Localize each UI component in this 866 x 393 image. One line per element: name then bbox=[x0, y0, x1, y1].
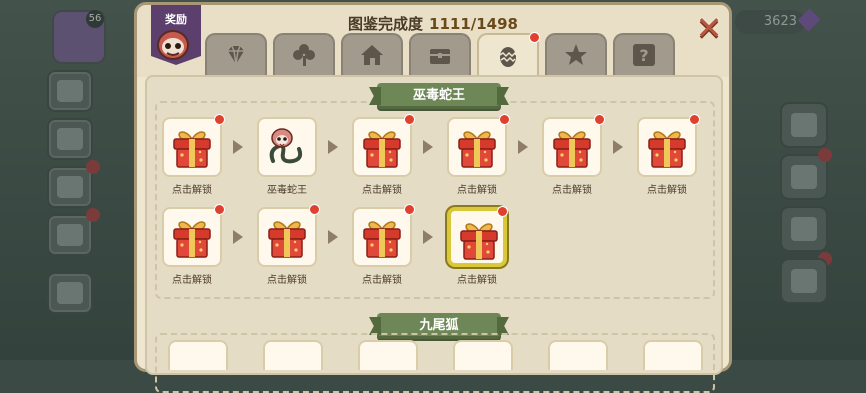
item-label: 点击解锁 bbox=[552, 185, 592, 196]
item-label: 点击解锁 bbox=[362, 185, 402, 196]
side-badge bbox=[818, 148, 832, 162]
clover-icon bbox=[293, 44, 315, 66]
close-button[interactable]: ✕ bbox=[693, 12, 725, 45]
svg-text:?: ? bbox=[639, 46, 648, 65]
currency-display: 3623 bbox=[735, 10, 805, 34]
side-button-helmet[interactable] bbox=[47, 118, 93, 160]
progression-arrow-icon bbox=[328, 140, 338, 154]
collection-item[interactable] bbox=[358, 340, 418, 370]
progression-arrow-icon bbox=[423, 140, 433, 154]
completion-title: 图鉴完成度 1111/1498 bbox=[137, 13, 729, 34]
completion-count: 1111/1498 bbox=[429, 15, 518, 33]
progression-arrow-icon bbox=[423, 230, 433, 244]
side-button-basket[interactable] bbox=[780, 258, 828, 304]
item-label: 点击解锁 bbox=[362, 275, 402, 286]
item-notification-dot bbox=[497, 206, 508, 217]
collection-item-locked[interactable] bbox=[352, 114, 415, 177]
section-nine-tail-fox bbox=[155, 333, 715, 393]
collection-item-locked[interactable] bbox=[637, 114, 700, 177]
collection-item-locked[interactable] bbox=[447, 114, 510, 177]
item-label: 巫毒蛇王 bbox=[267, 185, 307, 196]
side-badge bbox=[86, 208, 100, 222]
gift-box-icon bbox=[173, 131, 211, 168]
item-notification-dot bbox=[214, 204, 225, 215]
item-notification-dot bbox=[214, 114, 225, 125]
collection-item[interactable] bbox=[168, 340, 228, 370]
title-label: 图鉴完成度 bbox=[348, 15, 424, 33]
item-label: 点击解锁 bbox=[172, 275, 212, 286]
side-button-chat[interactable] bbox=[47, 214, 93, 256]
progression-arrow-icon bbox=[328, 230, 338, 244]
progression-arrow-icon bbox=[233, 140, 243, 154]
collection-item[interactable] bbox=[643, 340, 703, 370]
tab-question[interactable]: ? bbox=[613, 33, 675, 75]
egg-icon bbox=[499, 47, 517, 67]
star-icon bbox=[565, 44, 587, 65]
collection-item-voodoo-snake[interactable] bbox=[257, 117, 317, 177]
side-button-more[interactable] bbox=[47, 272, 93, 314]
collection-modal: 奖励 图鉴完成度 1111/1498 ✕ ? 巫毒蛇王 九尾狐 点击解锁 巫毒蛇… bbox=[134, 2, 732, 393]
tab-star[interactable] bbox=[545, 33, 607, 75]
item-label: 点击解锁 bbox=[647, 185, 687, 196]
question-icon: ? bbox=[633, 44, 655, 66]
tab-egg[interactable] bbox=[477, 32, 540, 77]
gift-box-icon bbox=[363, 131, 401, 168]
collection-item-locked[interactable] bbox=[352, 204, 415, 267]
item-notification-dot bbox=[309, 204, 320, 215]
gift-box-icon bbox=[363, 221, 401, 258]
gift-box-icon bbox=[173, 221, 211, 258]
collection-item[interactable] bbox=[548, 340, 608, 370]
gem-icon bbox=[228, 45, 244, 65]
side-button-egg[interactable] bbox=[780, 206, 828, 252]
collection-item-locked[interactable] bbox=[257, 204, 320, 267]
voodoo-snake-icon bbox=[269, 128, 303, 164]
collection-item-locked[interactable] bbox=[162, 114, 225, 177]
item-label: 点击解锁 bbox=[457, 185, 497, 196]
gift-box-icon bbox=[553, 131, 591, 168]
side-button-book[interactable] bbox=[47, 166, 93, 208]
collection-item-locked[interactable] bbox=[162, 204, 225, 267]
item-label: 点击解锁 bbox=[267, 275, 307, 286]
house-icon bbox=[361, 45, 383, 65]
progression-arrow-icon bbox=[233, 230, 243, 244]
progression-arrow-icon bbox=[518, 140, 528, 154]
item-notification-dot bbox=[689, 114, 700, 125]
player-level-badge: 56 bbox=[86, 10, 104, 28]
section-voodoo-snake-king bbox=[155, 101, 715, 299]
chest-icon bbox=[430, 49, 450, 64]
collection-item[interactable] bbox=[453, 340, 513, 370]
side-badge bbox=[86, 160, 100, 174]
gift-box-icon bbox=[458, 131, 496, 168]
gift-box-icon bbox=[648, 131, 686, 168]
item-notification-dot bbox=[404, 114, 415, 125]
side-button-star[interactable] bbox=[47, 70, 93, 112]
tab-notification-dot bbox=[529, 32, 540, 43]
side-button-quest[interactable] bbox=[780, 102, 828, 148]
collection-item-locked[interactable] bbox=[447, 206, 508, 267]
tab-house[interactable] bbox=[341, 33, 403, 75]
progression-arrow-icon bbox=[613, 140, 623, 154]
gift-box-icon bbox=[268, 221, 306, 258]
collection-item-locked[interactable] bbox=[542, 114, 605, 177]
item-label: 点击解锁 bbox=[457, 275, 497, 286]
tab-chest[interactable] bbox=[409, 33, 471, 75]
section-title-banner: 巫毒蛇王 bbox=[377, 83, 501, 109]
item-notification-dot bbox=[499, 114, 510, 125]
collection-item[interactable] bbox=[263, 340, 323, 370]
item-notification-dot bbox=[404, 204, 415, 215]
item-label: 点击解锁 bbox=[172, 185, 212, 196]
gift-box-icon bbox=[460, 223, 498, 260]
tab-gem[interactable] bbox=[205, 33, 267, 75]
collection-content-panel: 巫毒蛇王 九尾狐 点击解锁 巫毒蛇王 点击解锁 点击解锁 点击解锁 点击解锁 点… bbox=[145, 75, 723, 393]
item-notification-dot bbox=[594, 114, 605, 125]
tab-clover[interactable] bbox=[273, 33, 335, 75]
